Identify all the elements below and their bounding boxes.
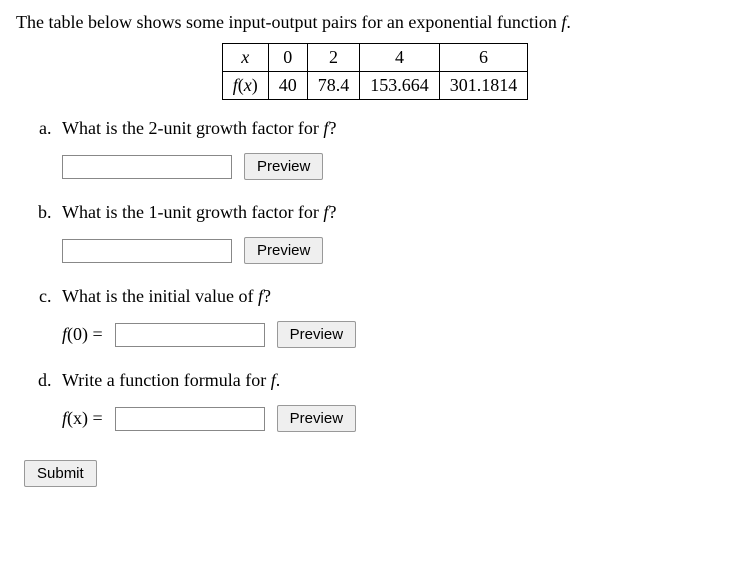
part-a: What is the 2-unit growth factor for f? … xyxy=(56,118,734,180)
part-a-input[interactable] xyxy=(62,155,232,179)
part-c-input[interactable] xyxy=(115,323,265,347)
parts-list: What is the 2-unit growth factor for f? … xyxy=(16,118,734,432)
part-b-question: What is the 1-unit growth factor for xyxy=(62,202,323,222)
preview-button[interactable]: Preview xyxy=(244,153,323,180)
preview-button[interactable]: Preview xyxy=(277,405,356,432)
intro-prefix: The table below shows some input-output … xyxy=(16,12,561,32)
table-cell: 0 xyxy=(268,44,307,72)
part-b-input[interactable] xyxy=(62,239,232,263)
table-cell: 6 xyxy=(439,44,528,72)
part-b: What is the 1-unit growth factor for f? … xyxy=(56,202,734,264)
table-cell: 301.1814 xyxy=(439,72,528,100)
part-d-prefix: f(x) = xyxy=(62,408,103,429)
table-cell: 40 xyxy=(268,72,307,100)
preview-button[interactable]: Preview xyxy=(244,237,323,264)
table-cell: 4 xyxy=(360,44,440,72)
data-table: x 0 2 4 6 f(x) 40 78.4 153.664 301.1814 xyxy=(222,43,529,100)
intro-suffix: . xyxy=(566,12,571,32)
part-a-qsuffix: ? xyxy=(328,118,336,138)
preview-button[interactable]: Preview xyxy=(277,321,356,348)
part-d-qsuffix: . xyxy=(276,370,281,390)
table-cell: 78.4 xyxy=(307,72,360,100)
table-header-x: x xyxy=(222,44,268,72)
part-c-question: What is the initial value of xyxy=(62,286,258,306)
table-cell: 2 xyxy=(307,44,360,72)
part-d-question: Write a function formula for xyxy=(62,370,271,390)
table-row: f(x) 40 78.4 153.664 301.1814 xyxy=(222,72,528,100)
part-d-input[interactable] xyxy=(115,407,265,431)
submit-button[interactable]: Submit xyxy=(24,460,97,487)
part-d: Write a function formula for f. f(x) = P… xyxy=(56,370,734,432)
part-b-qsuffix: ? xyxy=(328,202,336,222)
table-cell: 153.664 xyxy=(360,72,440,100)
part-a-question: What is the 2-unit growth factor for xyxy=(62,118,323,138)
part-c: What is the initial value of f? f(0) = P… xyxy=(56,286,734,348)
table-header-fx: f(x) xyxy=(222,72,268,100)
part-c-prefix: f(0) = xyxy=(62,324,103,345)
table-row: x 0 2 4 6 xyxy=(222,44,528,72)
intro-text: The table below shows some input-output … xyxy=(16,12,734,33)
part-c-qsuffix: ? xyxy=(263,286,271,306)
